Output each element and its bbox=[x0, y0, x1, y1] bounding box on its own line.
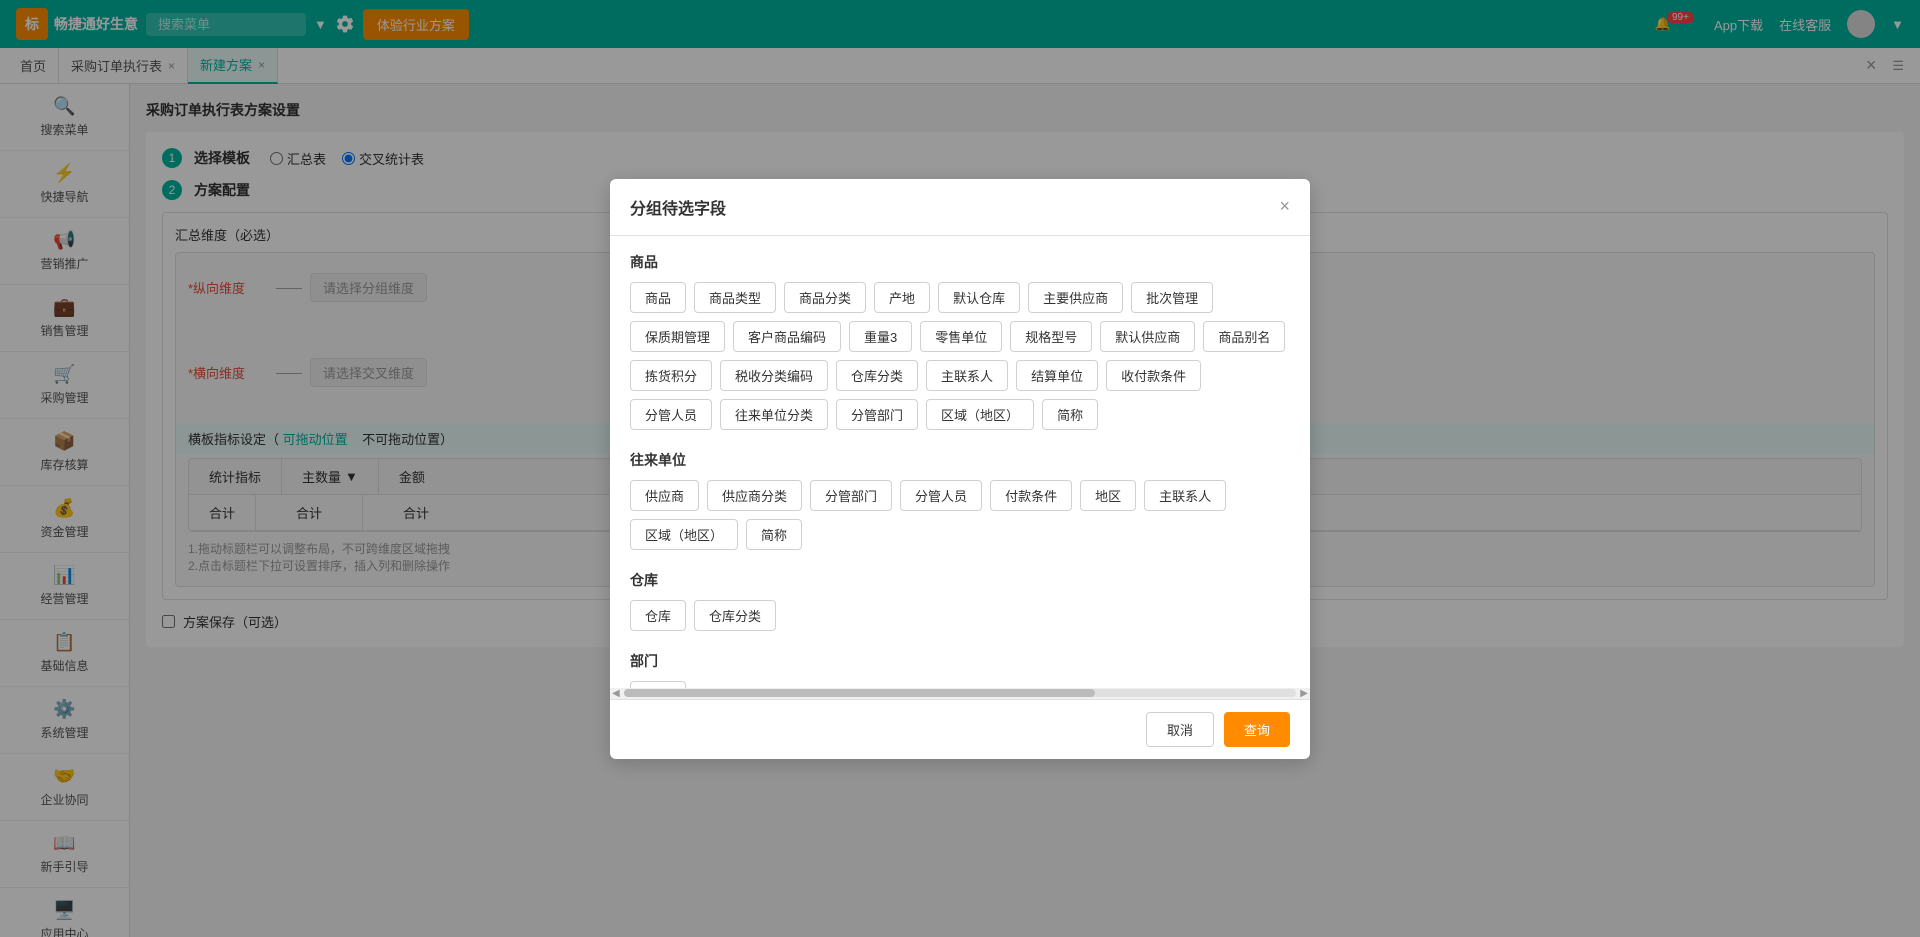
field-manager[interactable]: 分管人员 bbox=[630, 399, 712, 430]
field-batch-mgmt[interactable]: 批次管理 bbox=[1131, 282, 1213, 313]
field-retail-unit[interactable]: 零售单位 bbox=[920, 321, 1002, 352]
confirm-button[interactable]: 查询 bbox=[1224, 712, 1290, 747]
field-shelf-life[interactable]: 保质期管理 bbox=[630, 321, 725, 352]
field-main-contact[interactable]: 主联系人 bbox=[926, 360, 1008, 391]
field-short-name[interactable]: 简称 bbox=[1042, 399, 1098, 430]
field-short-name2[interactable]: 简称 bbox=[746, 519, 802, 550]
field-customer-code[interactable]: 客户商品编码 bbox=[733, 321, 841, 352]
field-partner-dept[interactable]: 分管部门 bbox=[810, 480, 892, 511]
modal-hscrollbar[interactable]: ◀ ▶ bbox=[610, 688, 1310, 699]
field-partner-mgr[interactable]: 分管人员 bbox=[900, 480, 982, 511]
field-pay-terms[interactable]: 付款条件 bbox=[990, 480, 1072, 511]
field-supplier-cat[interactable]: 供应商分类 bbox=[707, 480, 802, 511]
field-main-supplier[interactable]: 主要供应商 bbox=[1028, 282, 1123, 313]
field-dept[interactable]: 部门 bbox=[630, 681, 686, 688]
field-spec-model[interactable]: 规格型号 bbox=[1010, 321, 1092, 352]
field-select-modal: 分组待选字段 × 商品 商品 商品类型 商品分类 产地 默认仓库 主要供应商 批… bbox=[610, 179, 1310, 759]
field-supplier[interactable]: 供应商 bbox=[630, 480, 699, 511]
scroll-left-arrow[interactable]: ◀ bbox=[612, 688, 620, 699]
field-settle-unit[interactable]: 结算单位 bbox=[1016, 360, 1098, 391]
scroll-thumb bbox=[624, 689, 1095, 697]
field-goods[interactable]: 商品 bbox=[630, 282, 686, 313]
section-warehouse-title: 仓库 bbox=[630, 570, 1290, 590]
modal-body: 商品 商品 商品类型 商品分类 产地 默认仓库 主要供应商 批次管理 保质期管理… bbox=[610, 236, 1310, 688]
dept-fields: 部门 bbox=[630, 681, 1290, 688]
field-region2[interactable]: 区域（地区） bbox=[630, 519, 738, 550]
section-goods: 商品 商品 商品类型 商品分类 产地 默认仓库 主要供应商 批次管理 保质期管理… bbox=[630, 252, 1290, 430]
field-region[interactable]: 区域（地区） bbox=[926, 399, 1034, 430]
modal-header: 分组待选字段 × bbox=[610, 179, 1310, 236]
field-area[interactable]: 地区 bbox=[1080, 480, 1136, 511]
field-origin[interactable]: 产地 bbox=[874, 282, 930, 313]
field-tax-code[interactable]: 税收分类编码 bbox=[720, 360, 828, 391]
field-warehouse-cat2[interactable]: 仓库分类 bbox=[694, 600, 776, 631]
field-default-supplier[interactable]: 默认供应商 bbox=[1100, 321, 1195, 352]
section-partner-title: 往来单位 bbox=[630, 450, 1290, 470]
field-default-warehouse[interactable]: 默认仓库 bbox=[938, 282, 1020, 313]
section-dept: 部门 部门 bbox=[630, 651, 1290, 688]
section-partner: 往来单位 供应商 供应商分类 分管部门 分管人员 付款条件 地区 主联系人 区域… bbox=[630, 450, 1290, 550]
scroll-track bbox=[624, 689, 1297, 697]
field-goods-cat[interactable]: 商品分类 bbox=[784, 282, 866, 313]
modal-title: 分组待选字段 bbox=[630, 195, 726, 219]
field-main-contact2[interactable]: 主联系人 bbox=[1144, 480, 1226, 511]
field-partner-cat[interactable]: 往来单位分类 bbox=[720, 399, 828, 430]
modal-close-btn[interactable]: × bbox=[1279, 196, 1290, 217]
partner-fields: 供应商 供应商分类 分管部门 分管人员 付款条件 地区 主联系人 区域（地区） … bbox=[630, 480, 1290, 550]
scroll-right-arrow[interactable]: ▶ bbox=[1300, 688, 1308, 699]
field-goods-alias[interactable]: 商品别名 bbox=[1203, 321, 1285, 352]
section-warehouse: 仓库 仓库 仓库分类 bbox=[630, 570, 1290, 631]
modal-overlay: 分组待选字段 × 商品 商品 商品类型 商品分类 产地 默认仓库 主要供应商 批… bbox=[0, 0, 1920, 937]
warehouse-fields: 仓库 仓库分类 bbox=[630, 600, 1290, 631]
field-goods-type[interactable]: 商品类型 bbox=[694, 282, 776, 313]
field-pick-points[interactable]: 拣货积分 bbox=[630, 360, 712, 391]
modal-footer: 取消 查询 bbox=[610, 699, 1310, 759]
field-warehouse-cat[interactable]: 仓库分类 bbox=[836, 360, 918, 391]
cancel-button[interactable]: 取消 bbox=[1146, 712, 1214, 747]
field-warehouse[interactable]: 仓库 bbox=[630, 600, 686, 631]
section-goods-title: 商品 bbox=[630, 252, 1290, 272]
goods-fields: 商品 商品类型 商品分类 产地 默认仓库 主要供应商 批次管理 保质期管理 客户… bbox=[630, 282, 1290, 430]
section-dept-title: 部门 bbox=[630, 651, 1290, 671]
field-payment-terms[interactable]: 收付款条件 bbox=[1106, 360, 1201, 391]
field-weight[interactable]: 重量3 bbox=[849, 321, 912, 352]
field-mgmt-dept[interactable]: 分管部门 bbox=[836, 399, 918, 430]
